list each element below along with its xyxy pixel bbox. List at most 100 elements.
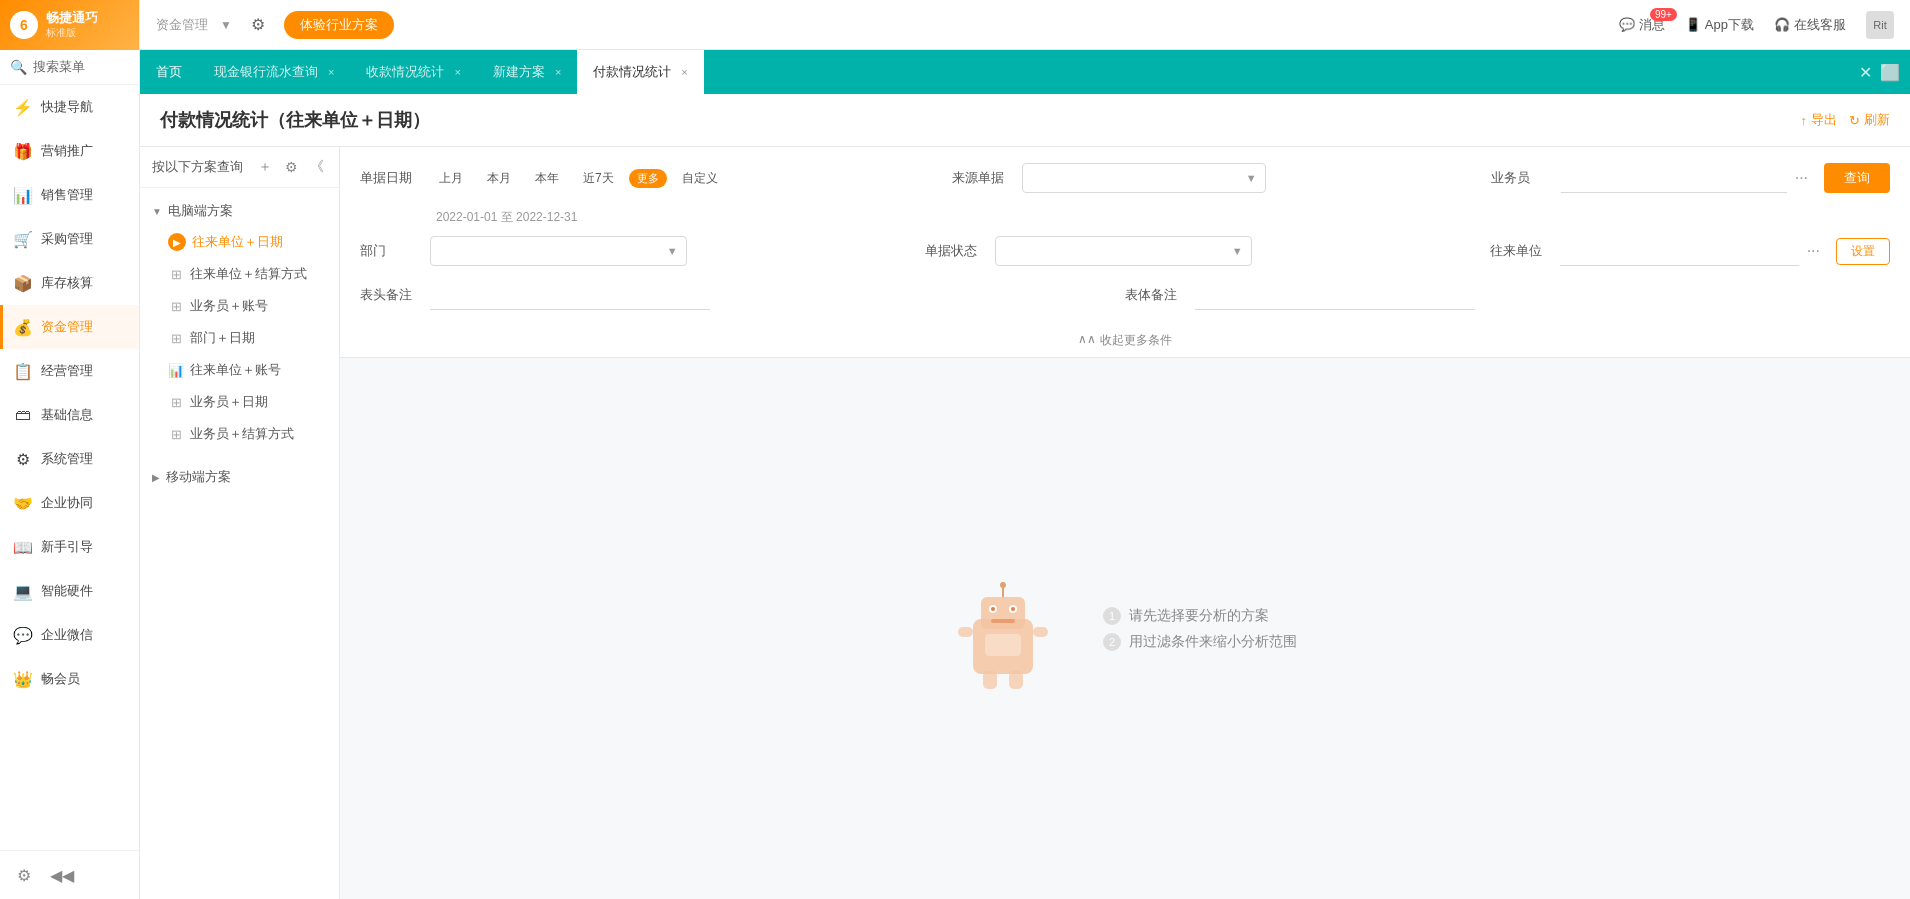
- scheme-item-salesman-date[interactable]: ⊞ 业务员＋日期: [140, 386, 339, 418]
- tab-close-bank-flow[interactable]: ×: [328, 66, 334, 78]
- counterpart-input[interactable]: [1560, 236, 1799, 266]
- date-btn-this-year[interactable]: 本年: [526, 167, 568, 190]
- sidebar-item-basic[interactable]: 🗃 基础信息: [0, 393, 139, 437]
- date-btn-more[interactable]: 更多: [629, 169, 667, 188]
- sidebar-item-guide[interactable]: 📖 新手引导: [0, 525, 139, 569]
- date-options: 上月 本月 本年 近7天 更多 自定义: [430, 167, 727, 190]
- export-button[interactable]: ↑ 导出: [1801, 111, 1838, 129]
- sidebar-item-finance[interactable]: 💰 资金管理: [0, 305, 139, 349]
- settings-icon[interactable]: ⚙: [10, 861, 38, 889]
- tab-close-new-scheme[interactable]: ×: [555, 66, 561, 78]
- sidebar-item-enterprise[interactable]: 🤝 企业协同: [0, 481, 139, 525]
- query-button[interactable]: 查询: [1824, 163, 1890, 193]
- date-range-text: 2022-01-01 至 2022-12-31: [436, 210, 577, 224]
- sidebar-item-sales[interactable]: 📊 销售管理: [0, 173, 139, 217]
- enterprise-icon: 🤝: [13, 493, 33, 513]
- add-scheme-icon[interactable]: ＋: [255, 157, 275, 177]
- sidebar-item-marketing[interactable]: 🎁 营销推广: [0, 129, 139, 173]
- date-btn-last-month[interactable]: 上月: [430, 167, 472, 190]
- dept-select-arrow: ▼: [667, 245, 678, 257]
- salesman-label: 业务员: [1491, 169, 1561, 187]
- sidebar-item-member[interactable]: 👑 畅会员: [0, 657, 139, 701]
- source-select[interactable]: ▼: [1022, 163, 1266, 193]
- sidebar-item-wechat[interactable]: 💬 企业微信: [0, 613, 139, 657]
- svg-rect-9: [958, 627, 973, 637]
- app-download-action[interactable]: 📱 App下载: [1685, 16, 1754, 34]
- counterpart-dots[interactable]: ···: [1807, 242, 1820, 260]
- page-title: 付款情况统计（往来单位＋日期）: [160, 108, 1801, 132]
- body-note-input[interactable]: [1195, 280, 1475, 310]
- date-btn-7days[interactable]: 近7天: [574, 167, 623, 190]
- tab-close-all-icon[interactable]: ✕: [1859, 63, 1872, 82]
- scheme-item-unit-account[interactable]: 📊 往来单位＋账号: [140, 354, 339, 386]
- sidebar-item-system[interactable]: ⚙ 系统管理: [0, 437, 139, 481]
- salesman-input[interactable]: [1561, 163, 1787, 193]
- header-settings-icon[interactable]: ⚙: [244, 11, 272, 39]
- header-breadcrumb: 资金管理: [156, 16, 208, 34]
- sidebar-search[interactable]: 🔍 搜索菜单: [0, 50, 139, 85]
- filter-row-2: 部门 ▼ 单据状态 ▼ 往来单位: [360, 236, 1890, 266]
- dropdown-arrow-icon[interactable]: ▼: [220, 18, 232, 32]
- scheme-mobile-title[interactable]: ▶ 移动端方案: [140, 462, 339, 492]
- scheme-item-salesman-account[interactable]: ⊞ 业务员＋账号: [140, 290, 339, 322]
- message-action[interactable]: 💬 消息 99+: [1619, 16, 1665, 34]
- date-btn-this-month[interactable]: 本月: [478, 167, 520, 190]
- sidebar-item-hardware[interactable]: 💻 智能硬件: [0, 569, 139, 613]
- scheme-item-unit-payment[interactable]: ⊞ 往来单位＋结算方式: [140, 258, 339, 290]
- tab-bank-flow[interactable]: 现金银行流水查询 ×: [198, 50, 350, 94]
- status-label: 单据状态: [925, 242, 995, 260]
- tab-bar-actions: ✕ ⬜: [1849, 63, 1910, 82]
- message-icon: 💬: [1619, 17, 1635, 32]
- trial-button[interactable]: 体验行业方案: [284, 11, 394, 39]
- tab-close-payment-pay[interactable]: ×: [681, 66, 687, 78]
- purchase-icon: 🛒: [13, 229, 33, 249]
- collapse-bar[interactable]: ∧∧ 收起更多条件: [360, 324, 1890, 357]
- filter-pane: 单据日期 上月 本月 本年 近7天 更多 自定义 来源单据: [340, 147, 1910, 899]
- empty-hint-2: 2 用过滤条件来缩小分析范围: [1103, 633, 1297, 651]
- collapse-sidebar-icon[interactable]: ◀◀: [48, 861, 76, 889]
- sidebar-item-operation[interactable]: 📋 经营管理: [0, 349, 139, 393]
- header-note-input[interactable]: [430, 280, 710, 310]
- setting-button[interactable]: 设置: [1836, 238, 1890, 265]
- scheme-settings-icon[interactable]: ⚙: [281, 157, 301, 177]
- tab-maximize-icon[interactable]: ⬜: [1880, 63, 1900, 82]
- sales-icon: 📊: [13, 185, 33, 205]
- sidebar-logo: 6 畅捷通巧 标准版: [0, 0, 139, 50]
- sidebar-item-purchase[interactable]: 🛒 采购管理: [0, 217, 139, 261]
- search-icon: 🔍: [10, 59, 27, 75]
- service-icon: 🎧: [1774, 17, 1790, 32]
- scheme-item-unit-date[interactable]: ▶ 往来单位＋日期: [140, 226, 339, 258]
- export-icon: ↑: [1801, 113, 1808, 128]
- user-avatar[interactable]: Rit: [1866, 11, 1894, 39]
- date-btn-custom[interactable]: 自定义: [673, 167, 727, 190]
- tab-payment-pay[interactable]: 付款情况统计 ×: [577, 50, 703, 94]
- svg-rect-1: [981, 597, 1025, 629]
- dept-select[interactable]: ▼: [430, 236, 687, 266]
- status-select[interactable]: ▼: [995, 236, 1252, 266]
- sidebar-item-quick-nav[interactable]: ⚡ 快捷导航: [0, 85, 139, 129]
- svg-rect-12: [1009, 671, 1023, 689]
- online-service-action[interactable]: 🎧 在线客服: [1774, 16, 1846, 34]
- logo-text: 畅捷通巧 标准版: [46, 10, 98, 40]
- scheme-active-icon: ▶: [168, 233, 186, 251]
- salesman-dots[interactable]: ···: [1795, 169, 1808, 187]
- svg-point-6: [991, 607, 995, 611]
- empty-text-list: 1 请先选择要分析的方案 2 用过滤条件来缩小分析范围: [1103, 607, 1297, 651]
- wechat-icon: 💬: [13, 625, 33, 645]
- scheme-grid-icon-2: ⊞: [168, 298, 184, 314]
- refresh-button[interactable]: ↻ 刷新: [1849, 111, 1890, 129]
- tab-close-payment-stat[interactable]: ×: [454, 66, 460, 78]
- svg-point-7: [1011, 607, 1015, 611]
- scheme-item-dept-date[interactable]: ⊞ 部门＋日期: [140, 322, 339, 354]
- collapse-scheme-icon[interactable]: 《: [307, 157, 327, 177]
- tab-payment-stat[interactable]: 收款情况统计 ×: [350, 50, 476, 94]
- tab-home[interactable]: 首页: [140, 50, 198, 94]
- scheme-item-salesman-payment[interactable]: ⊞ 业务员＋结算方式: [140, 418, 339, 450]
- two-pane: 按以下方案查询 ＋ ⚙ 《 ▼ 电脑端方案 ▶ 往来单位＋日期: [140, 147, 1910, 899]
- sidebar-item-inventory[interactable]: 📦 库存核算: [0, 261, 139, 305]
- scheme-pane: 按以下方案查询 ＋ ⚙ 《 ▼ 电脑端方案 ▶ 往来单位＋日期: [140, 147, 340, 899]
- scheme-desktop-title[interactable]: ▼ 电脑端方案: [140, 196, 339, 226]
- marketing-icon: 🎁: [13, 141, 33, 161]
- tab-new-scheme[interactable]: 新建方案 ×: [477, 50, 577, 94]
- date-label: 单据日期: [360, 169, 430, 187]
